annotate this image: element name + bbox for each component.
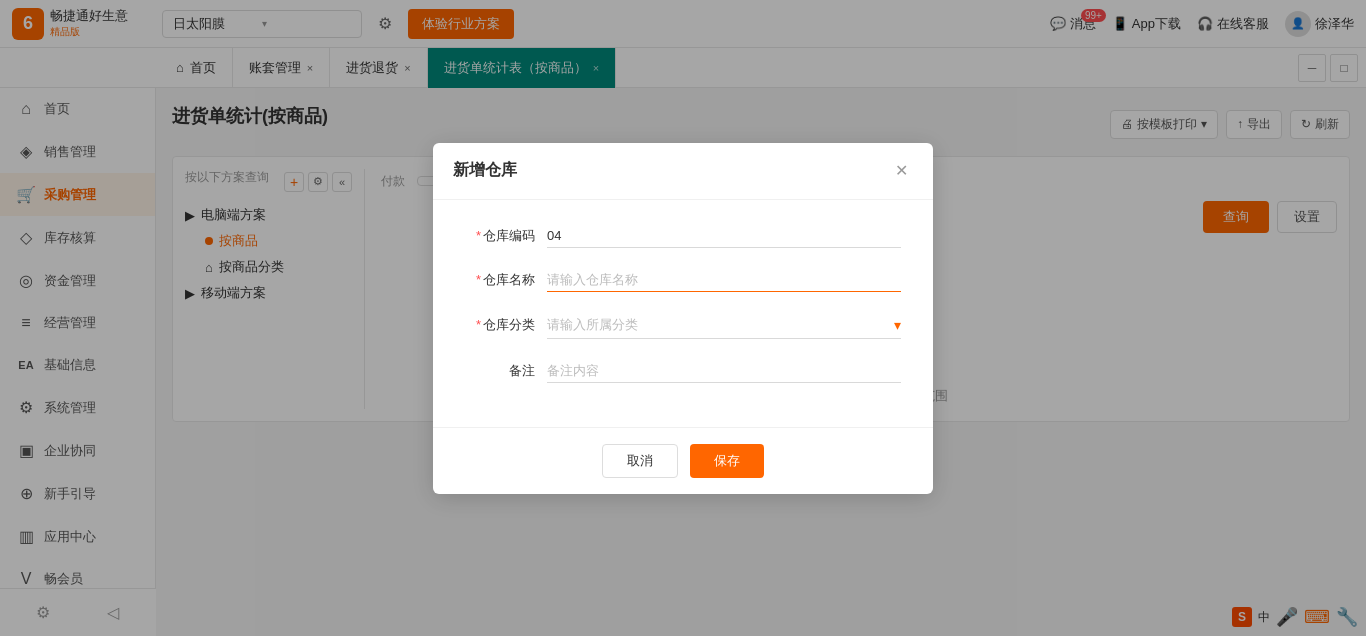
modal-overlay: 新增仓库 ✕ *仓库编码 *仓库名称 *仓库分类 bbox=[0, 0, 1366, 636]
warehouse-code-row: *仓库编码 bbox=[465, 224, 901, 248]
dialog-close-button[interactable]: ✕ bbox=[889, 159, 913, 183]
cancel-button[interactable]: 取消 bbox=[602, 444, 678, 478]
save-button[interactable]: 保存 bbox=[690, 444, 764, 478]
warehouse-category-label: *仓库分类 bbox=[465, 316, 535, 334]
dialog-header: 新增仓库 ✕ bbox=[433, 143, 933, 200]
warehouse-note-label: 备注 bbox=[465, 362, 535, 380]
warehouse-category-select[interactable]: 请输入所属分类 ▾ bbox=[547, 312, 901, 339]
required-icon-3: * bbox=[476, 317, 481, 332]
warehouse-category-row: *仓库分类 请输入所属分类 ▾ bbox=[465, 312, 901, 339]
warehouse-code-label: *仓库编码 bbox=[465, 227, 535, 245]
warehouse-code-input[interactable] bbox=[547, 224, 901, 248]
dialog-footer: 取消 保存 bbox=[433, 427, 933, 494]
warehouse-name-input[interactable] bbox=[547, 268, 901, 292]
warehouse-name-row: *仓库名称 bbox=[465, 268, 901, 292]
required-icon: * bbox=[476, 228, 481, 243]
category-dropdown-icon: ▾ bbox=[894, 317, 901, 333]
new-warehouse-dialog: 新增仓库 ✕ *仓库编码 *仓库名称 *仓库分类 bbox=[433, 143, 933, 494]
dialog-body: *仓库编码 *仓库名称 *仓库分类 请输入所属分类 ▾ bbox=[433, 200, 933, 427]
warehouse-note-input[interactable] bbox=[547, 359, 901, 383]
warehouse-category-placeholder: 请输入所属分类 bbox=[547, 316, 894, 334]
warehouse-note-row: 备注 bbox=[465, 359, 901, 383]
required-icon-2: * bbox=[476, 272, 481, 287]
dialog-title: 新增仓库 bbox=[453, 160, 517, 181]
warehouse-name-label: *仓库名称 bbox=[465, 271, 535, 289]
